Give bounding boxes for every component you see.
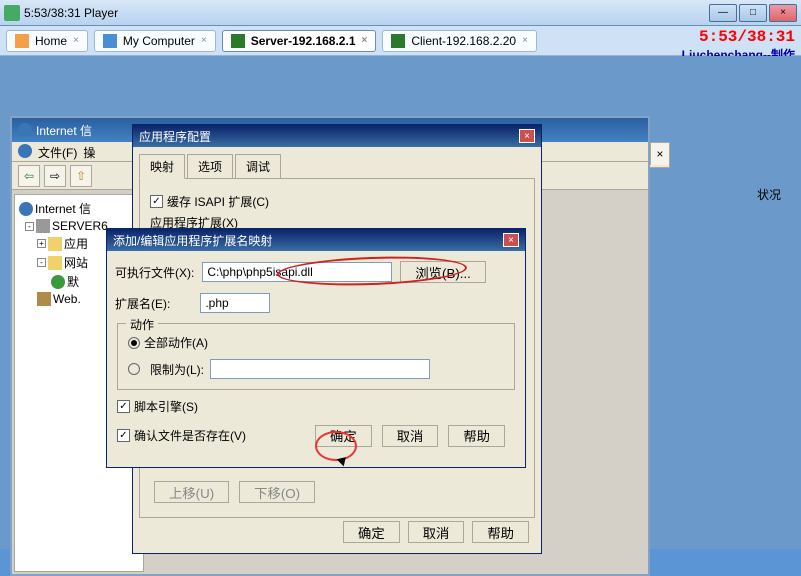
tab-label: My Computer [123,34,195,48]
limit-input[interactable] [210,359,430,379]
vm-player-titlebar: 5:53/38:31 Player — □ × [0,0,801,26]
tab-server[interactable]: Server-192.168.2.1 × [222,30,377,52]
vm-desktop: — □ × Internet 信 默认 文件(F) 操 ⇦ ⇨ ⇧ Intern… [0,56,801,549]
help-button[interactable]: 帮助 [448,425,505,447]
checkbox-icon: ✓ [117,400,130,413]
gear-icon [37,292,51,306]
ok-button[interactable]: 确定 [315,425,372,447]
move-down-button: 下移(O) [239,481,315,503]
menu-edit[interactable]: 操 [83,144,95,159]
close-icon[interactable]: × [650,143,669,165]
checkbox-label: 缓存 ISAPI 扩展(C) [167,193,269,210]
fieldset-legend: 动作 [126,316,158,333]
browse-button[interactable]: 浏览(B)... [400,261,486,283]
cancel-button[interactable]: 取消 [382,425,439,447]
radio-all-actions[interactable]: 全部动作(A) [128,334,504,351]
radio-label: 全部动作(A) [144,334,208,351]
tab-options[interactable]: 选项 [187,154,233,179]
forward-button[interactable]: ⇨ [44,165,66,187]
extension-input[interactable] [200,293,270,313]
tab-my-computer[interactable]: My Computer × [94,30,216,52]
checkbox-label: 确认文件是否存在(V) [134,427,246,444]
vm-icon [4,5,20,21]
globe-icon [19,202,33,216]
home-icon [15,34,29,48]
up-button[interactable]: ⇧ [70,165,92,187]
close-icon[interactable]: × [73,35,79,46]
action-fieldset: 动作 全部动作(A) 限制为(L): [117,323,515,390]
tab-client[interactable]: Client-192.168.2.20 × [382,30,537,52]
tree-label: Web. [53,292,81,306]
cancel-button[interactable]: 取消 [408,521,465,543]
move-up-button: 上移(U) [154,481,229,503]
tree-label: 应用 [64,235,88,252]
script-engine-checkbox[interactable]: ✓ 脚本引擎(S) [117,398,515,415]
close-icon[interactable]: × [201,35,207,46]
tree-label: 默 [67,273,79,290]
executable-input[interactable] [202,262,392,282]
site-icon [51,275,65,289]
tab-label: Home [35,34,67,48]
dialog-button-bar: 确定 取消 帮助 [343,521,529,543]
collapse-icon[interactable]: - [37,258,46,267]
tab-debug[interactable]: 调试 [235,154,281,179]
client-icon [391,34,405,48]
dialog-tabs: 映射 选项 调试 [133,147,541,178]
tree-label: SERVER6 [52,219,108,233]
dialog-titlebar: 应用程序配置 × [133,125,541,147]
checkbox-icon: ✓ [150,195,163,208]
vm-maximize-button[interactable]: □ [739,4,767,22]
radio-icon [128,363,140,375]
checkbox-icon: ✓ [117,429,130,442]
extension-label: 扩展名(E): [115,295,170,312]
globe-icon [18,123,32,137]
help-button[interactable]: 帮助 [472,521,529,543]
tab-home[interactable]: Home × [6,30,88,52]
add-edit-mapping-dialog: 添加/编辑应用程序扩展名映射 × 可执行文件(X): 浏览(B)... 扩展名(… [106,228,526,468]
tree-label: 网站 [64,254,88,271]
status-column-header: 状况 [757,186,781,203]
dialog-titlebar: 添加/编辑应用程序扩展名映射 × [107,229,525,251]
computer-icon [103,34,117,48]
radio-limit-to[interactable]: 限制为(L): [128,359,504,379]
close-icon[interactable]: × [522,35,528,46]
tree-root[interactable]: Internet 信 [19,199,139,218]
radio-label: 限制为(L): [150,361,204,378]
tab-label: Server-192.168.2.1 [251,34,356,48]
cache-isapi-checkbox[interactable]: ✓ 缓存 ISAPI 扩展(C) [150,193,524,210]
folder-icon [48,237,62,251]
collapse-icon[interactable]: - [25,222,34,231]
tab-label: Client-192.168.2.20 [411,34,516,48]
close-button[interactable]: × [519,129,535,143]
dialog-title: 添加/编辑应用程序扩展名映射 [113,232,272,249]
server-icon [36,219,50,233]
expand-icon[interactable]: + [37,239,46,248]
dialog-title: 应用程序配置 [139,128,211,145]
close-button[interactable]: × [503,233,519,247]
tab-mapping[interactable]: 映射 [139,154,185,179]
checkbox-label: 脚本引擎(S) [134,398,198,415]
overlay-time: 5:53/38:31 [699,28,795,46]
globe-icon [18,144,32,158]
tree-label: Internet 信 [35,200,91,217]
menu-file[interactable]: 文件(F) [38,144,77,159]
ok-button[interactable]: 确定 [343,521,400,543]
back-button[interactable]: ⇦ [18,165,40,187]
radio-icon [128,337,140,349]
iis-title-text: Internet 信 [36,122,92,139]
folder-icon [48,256,62,270]
executable-label: 可执行文件(X): [115,264,194,281]
vm-title: 5:53/38:31 Player [24,6,118,20]
close-icon[interactable]: × [362,35,368,46]
verify-exists-checkbox[interactable]: ✓ 确认文件是否存在(V) [117,427,246,444]
vm-close-button[interactable]: × [769,4,797,22]
server-icon [231,34,245,48]
vm-minimize-button[interactable]: — [709,4,737,22]
